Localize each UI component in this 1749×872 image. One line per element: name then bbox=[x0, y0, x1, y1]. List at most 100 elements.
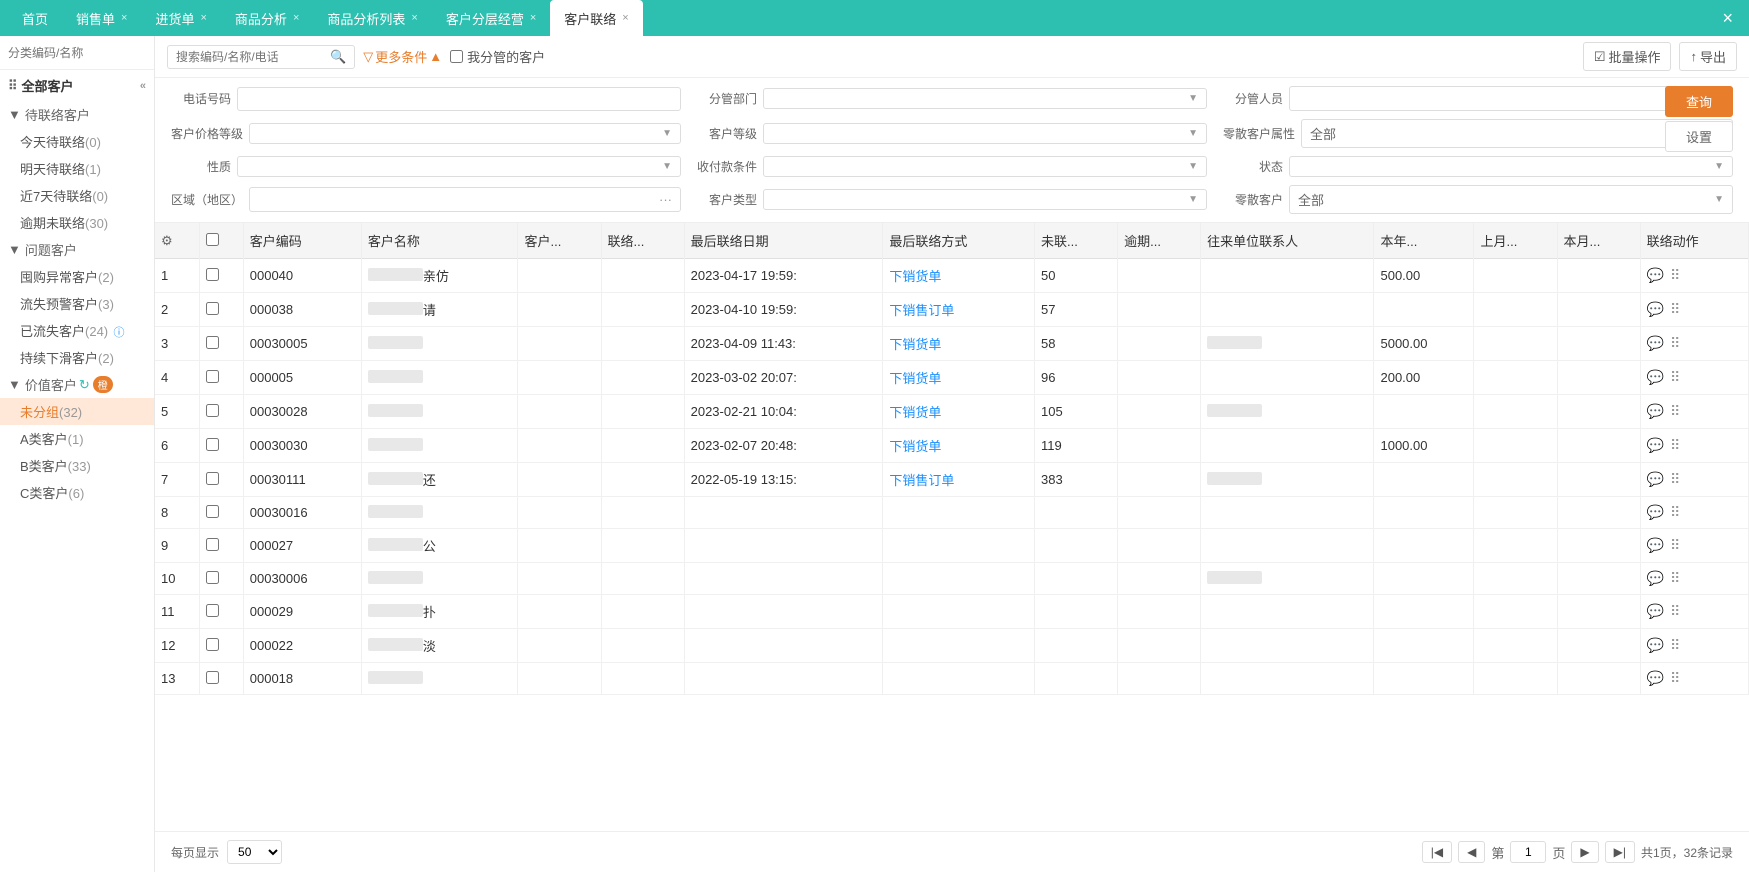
chat-icon[interactable]: 💬 bbox=[1647, 670, 1664, 687]
method-link[interactable]: 下销售订单 bbox=[889, 473, 954, 488]
td-checkbox[interactable] bbox=[200, 497, 243, 529]
chat-icon[interactable]: 💬 bbox=[1647, 267, 1664, 284]
apps-icon[interactable]: ⠿ bbox=[1670, 403, 1680, 420]
apps-icon[interactable]: ⠿ bbox=[1670, 570, 1680, 587]
dept-select[interactable]: ▼ bbox=[763, 88, 1207, 109]
row-checkbox[interactable] bbox=[206, 472, 219, 485]
row-checkbox[interactable] bbox=[206, 404, 219, 417]
tab-purchase-close[interactable]: × bbox=[200, 12, 206, 24]
refresh-icon[interactable]: ↻ bbox=[79, 377, 90, 393]
gender-select[interactable]: ▼ bbox=[237, 156, 681, 177]
chat-icon[interactable]: 💬 bbox=[1647, 301, 1664, 318]
customer-level-select[interactable]: ▼ bbox=[763, 123, 1207, 144]
more-conditions-btn[interactable]: ▽ 更多条件 ▲ bbox=[363, 47, 442, 66]
row-checkbox[interactable] bbox=[206, 604, 219, 617]
method-link[interactable]: 下销货单 bbox=[889, 337, 941, 352]
apps-icon[interactable]: ⠿ bbox=[1670, 603, 1680, 620]
chat-icon[interactable]: 💬 bbox=[1647, 335, 1664, 352]
tab-home[interactable]: 首页 bbox=[8, 0, 62, 36]
td-checkbox[interactable] bbox=[200, 529, 243, 563]
row-checkbox[interactable] bbox=[206, 638, 219, 651]
apps-icon[interactable]: ⠿ bbox=[1670, 267, 1680, 284]
row-checkbox[interactable] bbox=[206, 538, 219, 551]
chat-icon[interactable]: 💬 bbox=[1647, 403, 1664, 420]
my-customers-checkbox[interactable]: 我分管的客户 bbox=[450, 47, 545, 66]
tab-purchase[interactable]: 进货单 × bbox=[141, 0, 220, 36]
retail-customer-select[interactable]: 全部 ▼ bbox=[1289, 185, 1733, 214]
tab-goods-analysis-close[interactable]: × bbox=[293, 12, 299, 24]
batch-operations-btn[interactable]: ☑ 批量操作 bbox=[1583, 42, 1672, 71]
tab-goods-analysis[interactable]: 商品分析 × bbox=[221, 0, 313, 36]
tab-customer-contact-close[interactable]: × bbox=[622, 12, 628, 24]
chat-icon[interactable]: 💬 bbox=[1647, 471, 1664, 488]
chat-icon[interactable]: 💬 bbox=[1647, 603, 1664, 620]
sidebar-item-c-class[interactable]: C类客户(6) bbox=[0, 479, 154, 506]
export-btn[interactable]: ↑ 导出 bbox=[1679, 42, 1737, 71]
td-checkbox[interactable] bbox=[200, 629, 243, 663]
apps-icon[interactable]: ⠿ bbox=[1670, 369, 1680, 386]
method-link[interactable]: 下销货单 bbox=[889, 269, 941, 284]
apps-icon[interactable]: ⠿ bbox=[1670, 537, 1680, 554]
tab-bar-close-icon[interactable]: × bbox=[1714, 8, 1741, 29]
price-level-select[interactable]: ▼ bbox=[249, 123, 681, 144]
method-link[interactable]: 下销货单 bbox=[889, 439, 941, 454]
apps-icon[interactable]: ⠿ bbox=[1670, 301, 1680, 318]
prev-page-btn[interactable]: ◀ bbox=[1458, 841, 1485, 863]
phone-input[interactable] bbox=[237, 87, 681, 111]
sidebar-item-overdue[interactable]: 逾期未联络(30) bbox=[0, 209, 154, 236]
page-number-input[interactable] bbox=[1510, 841, 1546, 863]
tab-goods-analysis-list-close[interactable]: × bbox=[411, 12, 417, 24]
sidebar-item-declining[interactable]: 持续下滑客户(2) bbox=[0, 344, 154, 371]
my-customers-check[interactable] bbox=[450, 50, 463, 63]
all-customers-header[interactable]: ⠿ 全部客户 « bbox=[0, 70, 154, 101]
tab-customer-contact[interactable]: 客户联络 × bbox=[550, 0, 642, 36]
row-checkbox[interactable] bbox=[206, 268, 219, 281]
row-checkbox[interactable] bbox=[206, 671, 219, 684]
settings-icon[interactable]: ⚙ bbox=[161, 233, 173, 248]
sidebar-search-input[interactable] bbox=[8, 46, 155, 60]
chat-icon[interactable]: 💬 bbox=[1647, 504, 1664, 521]
sidebar-item-7days[interactable]: 近7天待联络(0) bbox=[0, 182, 154, 209]
method-link[interactable]: 下销售订单 bbox=[889, 303, 954, 318]
chat-icon[interactable]: 💬 bbox=[1647, 637, 1664, 654]
group-problem-customers[interactable]: ▼ 问题客户 bbox=[0, 236, 154, 263]
chat-icon[interactable]: 💬 bbox=[1647, 570, 1664, 587]
td-checkbox[interactable] bbox=[200, 395, 243, 429]
first-page-btn[interactable]: |◀ bbox=[1422, 841, 1452, 863]
next-page-btn[interactable]: ▶ bbox=[1571, 841, 1598, 863]
sidebar-item-today[interactable]: 今天待联络(0) bbox=[0, 128, 154, 155]
main-search-input[interactable] bbox=[176, 50, 326, 64]
last-page-btn[interactable]: ▶| bbox=[1605, 841, 1635, 863]
group-value-customers[interactable]: ▼ 价值客户 ↻ 橙 bbox=[0, 371, 154, 398]
tab-sales-close[interactable]: × bbox=[121, 12, 127, 24]
col-checkbox-header[interactable] bbox=[200, 223, 243, 259]
row-checkbox[interactable] bbox=[206, 438, 219, 451]
col-settings[interactable]: ⚙ bbox=[155, 223, 200, 259]
apps-icon[interactable]: ⠿ bbox=[1670, 670, 1680, 687]
tab-customer-tier[interactable]: 客户分层经营 × bbox=[432, 0, 550, 36]
td-checkbox[interactable] bbox=[200, 463, 243, 497]
tab-sales[interactable]: 销售单 × bbox=[62, 0, 141, 36]
region-more-icon[interactable]: ··· bbox=[659, 192, 672, 207]
td-checkbox[interactable] bbox=[200, 327, 243, 361]
method-link[interactable]: 下销货单 bbox=[889, 371, 941, 386]
sidebar-item-churn-warning[interactable]: 流失预警客户(3) bbox=[0, 290, 154, 317]
row-checkbox[interactable] bbox=[206, 336, 219, 349]
select-all-checkbox[interactable] bbox=[206, 233, 219, 246]
reset-btn[interactable]: 设置 bbox=[1665, 121, 1733, 152]
payment-select[interactable]: ▼ bbox=[763, 156, 1207, 177]
apps-icon[interactable]: ⠿ bbox=[1670, 437, 1680, 454]
page-size-select[interactable]: 50 100 200 bbox=[227, 840, 282, 864]
group-pending-contact[interactable]: ▼ 待联络客户 bbox=[0, 101, 154, 128]
sidebar-item-a-class[interactable]: A类客户(1) bbox=[0, 425, 154, 452]
td-checkbox[interactable] bbox=[200, 259, 243, 293]
customer-type-select[interactable]: ▼ bbox=[763, 189, 1207, 210]
row-checkbox[interactable] bbox=[206, 302, 219, 315]
sidebar-item-tomorrow[interactable]: 明天待联络(1) bbox=[0, 155, 154, 182]
td-checkbox[interactable] bbox=[200, 429, 243, 463]
sidebar-item-ungroup[interactable]: 未分组(32) bbox=[0, 398, 154, 425]
row-checkbox[interactable] bbox=[206, 370, 219, 383]
method-link[interactable]: 下销货单 bbox=[889, 405, 941, 420]
td-checkbox[interactable] bbox=[200, 361, 243, 395]
tab-goods-analysis-list[interactable]: 商品分析列表 × bbox=[313, 0, 431, 36]
